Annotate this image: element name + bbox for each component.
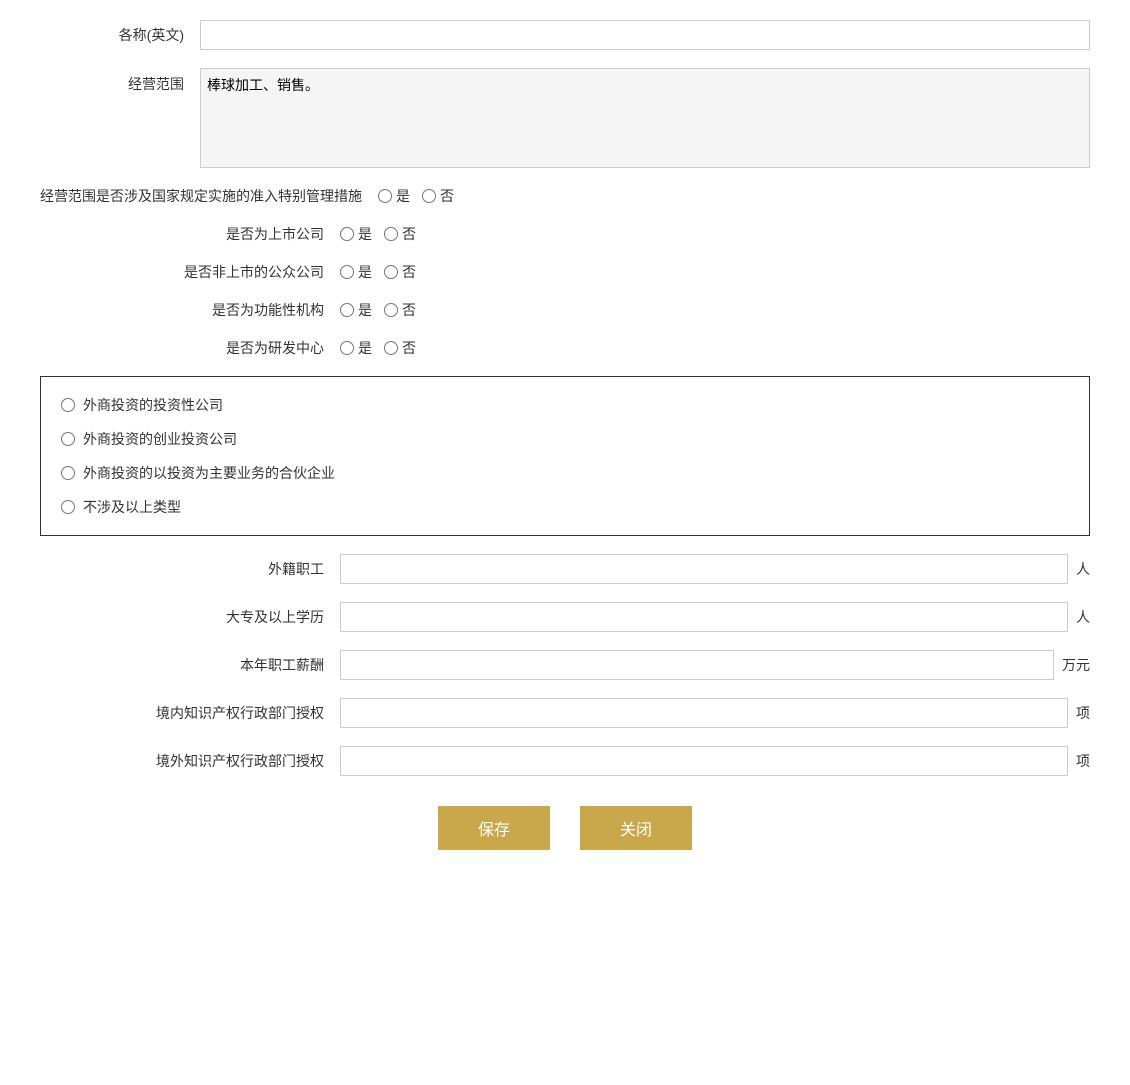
rd-no-radio[interactable] — [384, 341, 398, 355]
overseas-ip-input[interactable] — [340, 746, 1068, 776]
special-management-yes-item[interactable]: 是 — [378, 186, 410, 206]
special-management-yes-radio[interactable] — [378, 189, 392, 203]
business-scope-row: 经营范围 棒球加工、销售。 — [40, 68, 1090, 168]
special-management-label: 经营范围是否涉及国家规定实施的准入特别管理措施 — [40, 186, 378, 206]
college-education-input[interactable] — [340, 602, 1068, 632]
unlisted-yes-item[interactable]: 是 — [340, 262, 372, 282]
functional-yes-item[interactable]: 是 — [340, 300, 372, 320]
annual-salary-input[interactable] — [340, 650, 1054, 680]
special-management-no-radio[interactable] — [422, 189, 436, 203]
investment-company-row[interactable]: 外商投资的投资性公司 — [61, 395, 1069, 415]
functional-no-label[interactable]: 否 — [402, 300, 416, 320]
listed-yes-item[interactable]: 是 — [340, 224, 372, 244]
functional-institution-row: 是否为功能性机构 是 否 — [40, 300, 1090, 320]
listed-company-row: 是否为上市公司 是 否 — [40, 224, 1090, 244]
foreign-employees-input[interactable] — [340, 554, 1068, 584]
unlisted-no-radio[interactable] — [384, 265, 398, 279]
functional-no-item[interactable]: 否 — [384, 300, 416, 320]
annual-salary-row: 本年职工薪酬 万元 — [40, 650, 1090, 680]
rd-yes-item[interactable]: 是 — [340, 338, 372, 358]
functional-yes-radio[interactable] — [340, 303, 354, 317]
functional-radio-group: 是 否 — [340, 300, 416, 320]
unlisted-public-row: 是否非上市的公众公司 是 否 — [40, 262, 1090, 282]
venture-capital-row[interactable]: 外商投资的创业投资公司 — [61, 429, 1069, 449]
close-button[interactable]: 关闭 — [580, 806, 692, 850]
foreign-employees-row: 外籍职工 人 — [40, 554, 1090, 584]
college-education-row: 大专及以上学历 人 — [40, 602, 1090, 632]
not-applicable-radio[interactable] — [61, 500, 75, 514]
overseas-ip-label: 境外知识产权行政部门授权 — [40, 751, 340, 771]
domestic-ip-row: 境内知识产权行政部门授权 项 — [40, 698, 1090, 728]
functional-yes-label[interactable]: 是 — [358, 300, 372, 320]
listed-yes-radio[interactable] — [340, 227, 354, 241]
not-applicable-row[interactable]: 不涉及以上类型 — [61, 497, 1069, 517]
annual-salary-unit: 万元 — [1062, 655, 1090, 675]
unlisted-no-label[interactable]: 否 — [402, 262, 416, 282]
college-education-label: 大专及以上学历 — [40, 607, 340, 627]
special-management-yes-label[interactable]: 是 — [396, 186, 410, 206]
partnership-row[interactable]: 外商投资的以投资为主要业务的合伙企业 — [61, 463, 1069, 483]
investment-company-label[interactable]: 外商投资的投资性公司 — [83, 395, 223, 415]
venture-capital-radio[interactable] — [61, 432, 75, 446]
special-management-no-item[interactable]: 否 — [422, 186, 454, 206]
business-scope-label: 经营范围 — [40, 68, 200, 94]
listed-no-radio[interactable] — [384, 227, 398, 241]
functional-no-radio[interactable] — [384, 303, 398, 317]
listed-company-radio-group: 是 否 — [340, 224, 416, 244]
listed-company-label: 是否为上市公司 — [40, 224, 340, 244]
investment-company-radio[interactable] — [61, 398, 75, 412]
rd-radio-group: 是 否 — [340, 338, 416, 358]
unlisted-public-radio-group: 是 否 — [340, 262, 416, 282]
not-applicable-label[interactable]: 不涉及以上类型 — [83, 497, 181, 517]
partnership-radio[interactable] — [61, 466, 75, 480]
partnership-label[interactable]: 外商投资的以投资为主要业务的合伙企业 — [83, 463, 335, 483]
unlisted-public-label: 是否非上市的公众公司 — [40, 262, 340, 282]
rd-center-row: 是否为研发中心 是 否 — [40, 338, 1090, 358]
overseas-ip-row: 境外知识产权行政部门授权 项 — [40, 746, 1090, 776]
foreign-employees-unit: 人 — [1076, 559, 1090, 579]
college-education-unit: 人 — [1076, 607, 1090, 627]
unlisted-yes-label[interactable]: 是 — [358, 262, 372, 282]
form-container: 各称(英文) 经营范围 棒球加工、销售。 经营范围是否涉及国家规定实施的准入特别… — [40, 20, 1090, 850]
rd-no-label[interactable]: 否 — [402, 338, 416, 358]
annual-salary-label: 本年职工薪酬 — [40, 655, 340, 675]
business-scope-textarea[interactable]: 棒球加工、销售。 — [200, 68, 1090, 168]
name-en-row: 各称(英文) — [40, 20, 1090, 50]
overseas-ip-unit: 项 — [1076, 751, 1090, 771]
rd-center-label: 是否为研发中心 — [40, 338, 340, 358]
functional-institution-label: 是否为功能性机构 — [40, 300, 340, 320]
domestic-ip-label: 境内知识产权行政部门授权 — [40, 703, 340, 723]
special-management-row: 经营范围是否涉及国家规定实施的准入特别管理措施 是 否 — [40, 186, 1090, 206]
button-row: 保存 关闭 — [40, 806, 1090, 850]
investment-type-box: 外商投资的投资性公司 外商投资的创业投资公司 外商投资的以投资为主要业务的合伙企… — [40, 376, 1090, 536]
rd-yes-radio[interactable] — [340, 341, 354, 355]
venture-capital-label[interactable]: 外商投资的创业投资公司 — [83, 429, 237, 449]
save-button[interactable]: 保存 — [438, 806, 550, 850]
foreign-employees-label: 外籍职工 — [40, 559, 340, 579]
name-en-label: 各称(英文) — [40, 25, 200, 45]
rd-yes-label[interactable]: 是 — [358, 338, 372, 358]
special-management-radio-group: 是 否 — [378, 186, 454, 206]
special-management-no-label[interactable]: 否 — [440, 186, 454, 206]
unlisted-no-item[interactable]: 否 — [384, 262, 416, 282]
domestic-ip-input[interactable] — [340, 698, 1068, 728]
domestic-ip-unit: 项 — [1076, 703, 1090, 723]
rd-no-item[interactable]: 否 — [384, 338, 416, 358]
name-en-input[interactable] — [200, 20, 1090, 50]
listed-yes-label[interactable]: 是 — [358, 224, 372, 244]
unlisted-yes-radio[interactable] — [340, 265, 354, 279]
listed-no-item[interactable]: 否 — [384, 224, 416, 244]
listed-no-label[interactable]: 否 — [402, 224, 416, 244]
